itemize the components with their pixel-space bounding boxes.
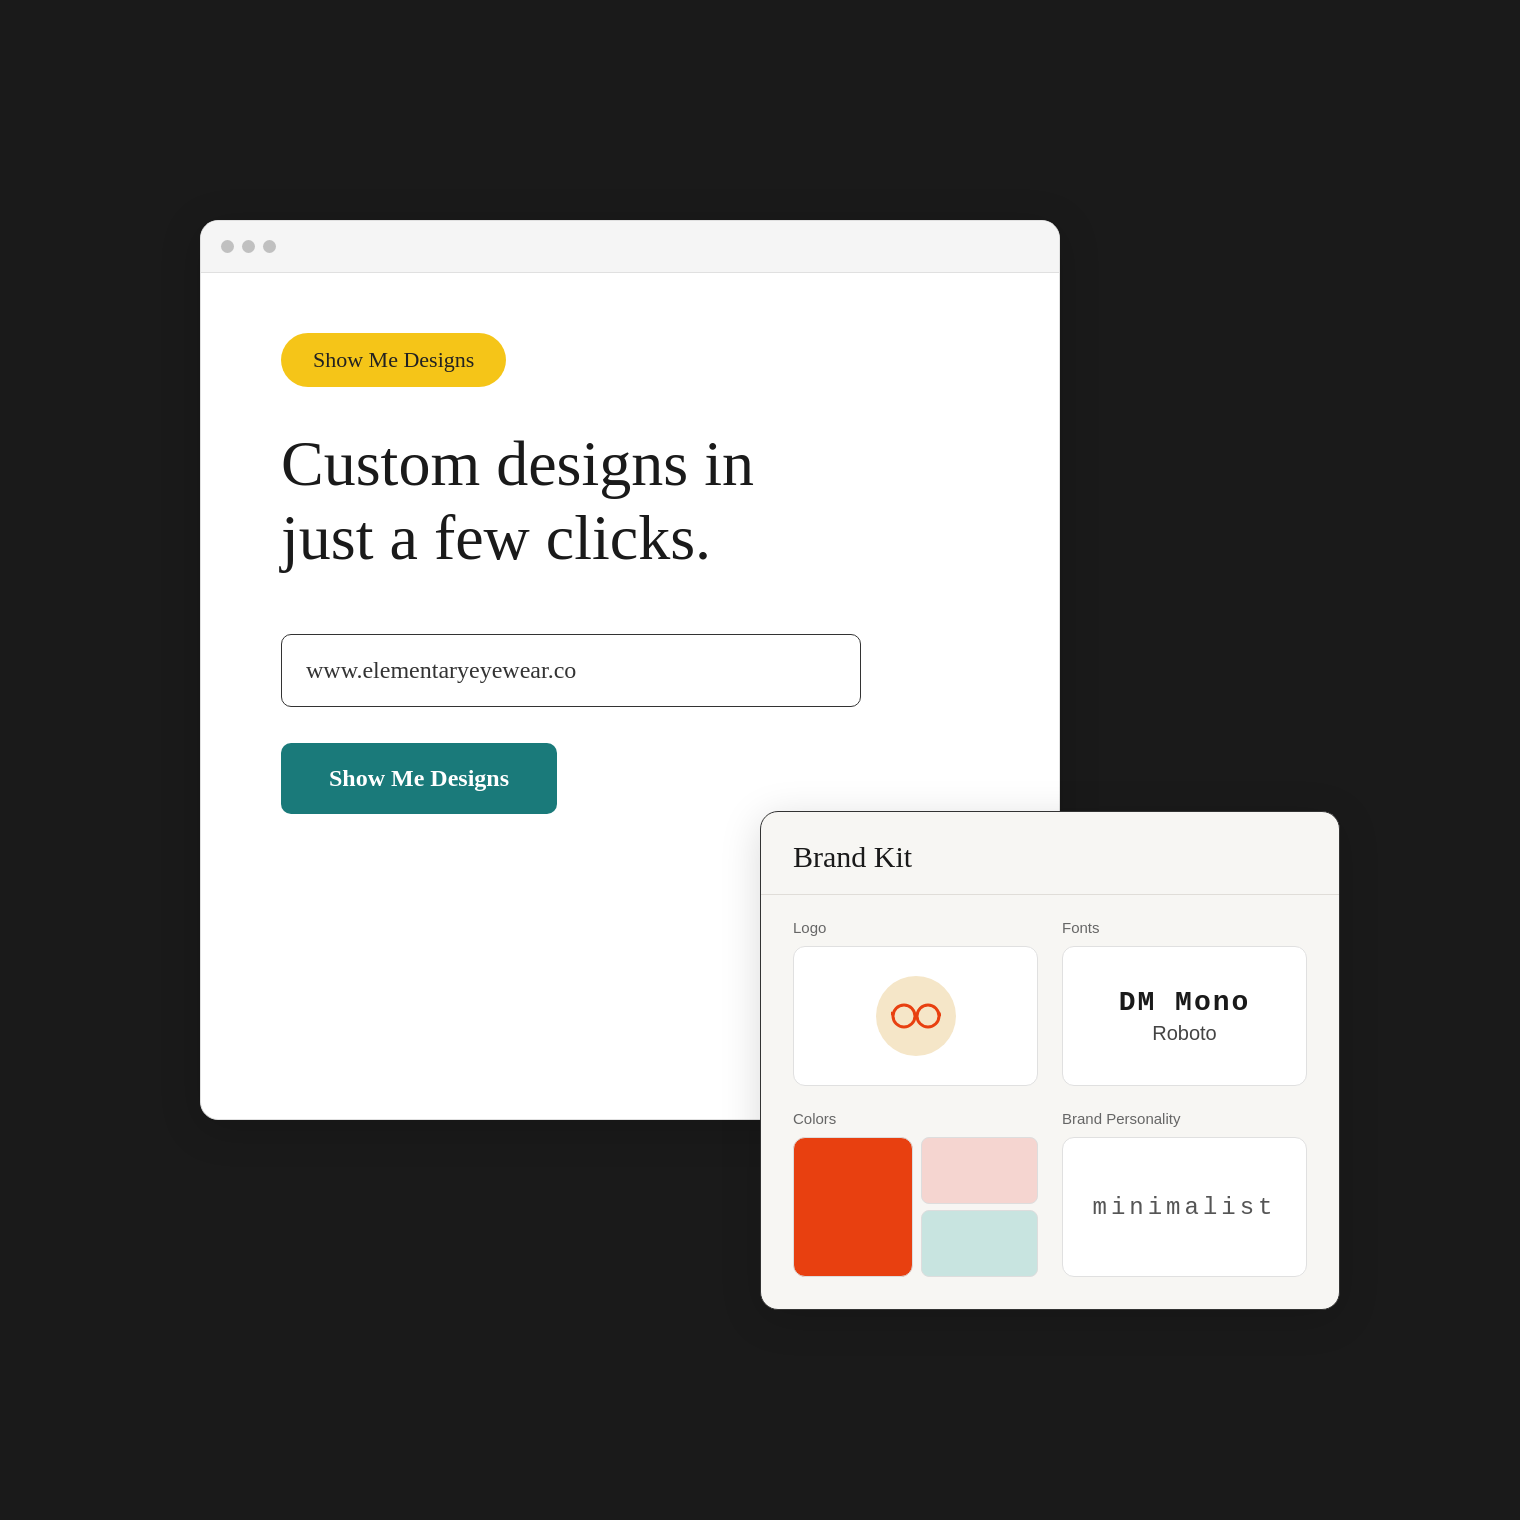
brand-kit-header: Brand Kit [761, 812, 1339, 895]
traffic-dot-2 [242, 240, 255, 253]
traffic-dot-1 [221, 240, 234, 253]
font-secondary-name: Roboto [1152, 1022, 1217, 1045]
brand-kit-personality-section: Brand Personality minimalist [1062, 1110, 1307, 1277]
brand-kit-fonts-section: Fonts DM Mono Roboto [1062, 919, 1307, 1086]
scene: Show Me Designs Custom designs in just a… [160, 160, 1360, 1360]
color-swatch-pink [921, 1137, 1038, 1204]
logo-label: Logo [793, 919, 1038, 936]
brand-kit-title: Brand Kit [793, 840, 912, 873]
colors-label: Colors [793, 1110, 1038, 1127]
show-me-designs-teal-button[interactable]: Show Me Designs [281, 743, 557, 814]
logo-box [793, 946, 1038, 1086]
color-swatch-light-teal [921, 1210, 1038, 1277]
traffic-dot-3 [263, 240, 276, 253]
brand-kit-logo-section: Logo [793, 919, 1038, 1086]
brand-kit-card: Brand Kit Logo [760, 811, 1340, 1310]
color-swatches-right [921, 1137, 1038, 1277]
url-input-wrapper: www.elementaryeyewear.co [281, 634, 861, 707]
logo-icon-circle [876, 976, 956, 1056]
browser-titlebar [201, 221, 1059, 273]
color-swatch-orange [793, 1137, 913, 1277]
svg-point-0 [893, 1005, 915, 1027]
brand-kit-colors-section: Colors [793, 1110, 1038, 1277]
personality-value: minimalist [1092, 1194, 1276, 1221]
personality-label: Brand Personality [1062, 1110, 1307, 1127]
glasses-icon [891, 1002, 941, 1030]
url-input-value[interactable]: www.elementaryeyewear.co [306, 657, 576, 683]
svg-point-1 [917, 1005, 939, 1027]
fonts-label: Fonts [1062, 919, 1307, 936]
font-primary-name: DM Mono [1119, 987, 1251, 1018]
headline-text: Custom designs in just a few clicks. [281, 427, 781, 574]
colors-container [793, 1137, 1038, 1277]
brand-kit-body: Logo Fonts [761, 895, 1339, 1309]
personality-box: minimalist [1062, 1137, 1307, 1277]
show-me-designs-yellow-button[interactable]: Show Me Designs [281, 333, 506, 387]
browser-content: Show Me Designs Custom designs in just a… [201, 273, 1059, 874]
fonts-box: DM Mono Roboto [1062, 946, 1307, 1086]
